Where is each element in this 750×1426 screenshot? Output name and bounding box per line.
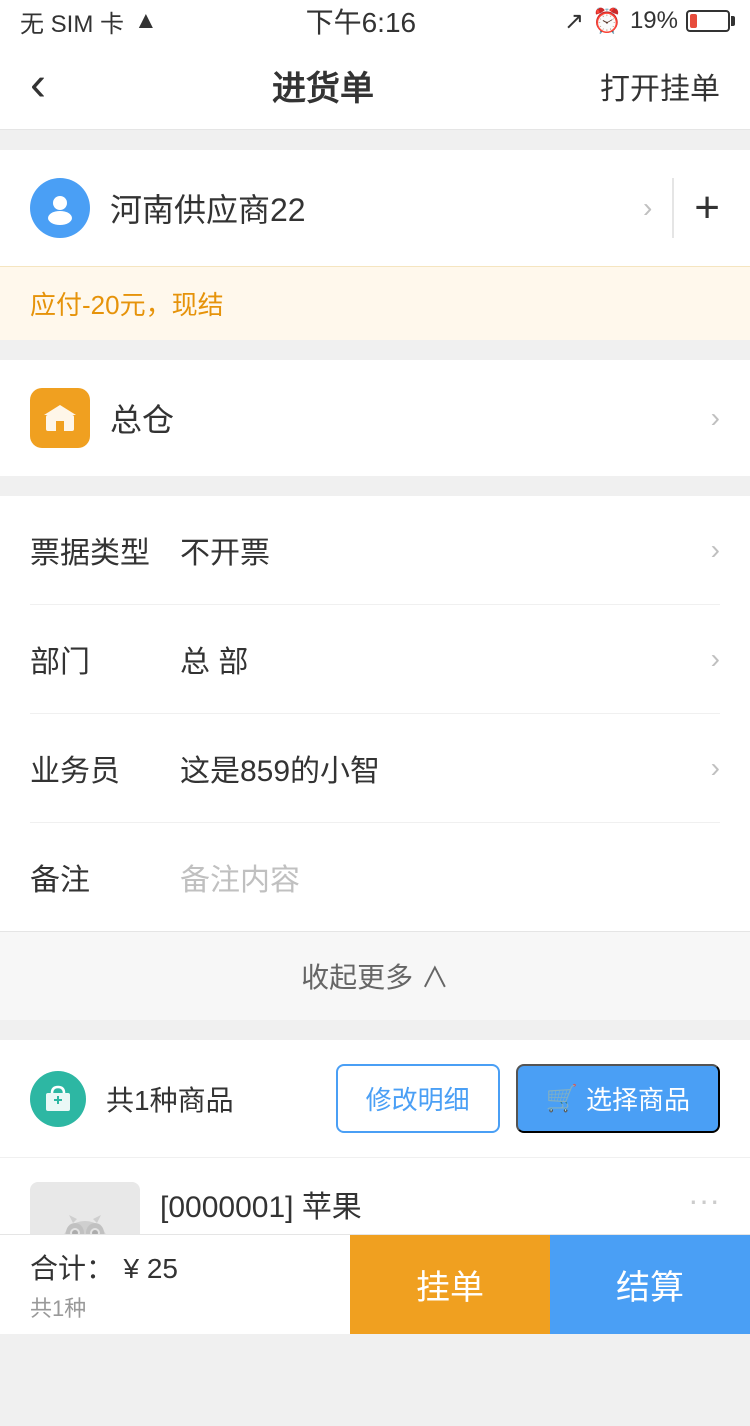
- section-gap-3: [0, 476, 750, 496]
- hang-button[interactable]: 挂单: [350, 1235, 550, 1334]
- supplier-avatar: [30, 178, 90, 238]
- alarm-icon: ⏰: [592, 7, 622, 36]
- collapse-button[interactable]: 收起更多 ∧: [0, 931, 750, 1020]
- location-icon: ↗: [564, 7, 584, 36]
- vertical-divider: [672, 178, 674, 238]
- products-count: 共1种商品: [106, 1079, 336, 1119]
- products-header: 共1种商品 修改明细 🛒 选择商品: [0, 1040, 750, 1157]
- department-chevron-icon: ›: [711, 643, 720, 675]
- add-supplier-button[interactable]: +: [694, 183, 720, 233]
- warning-banner: 应付-20元，现结: [0, 266, 750, 340]
- salesman-value: 这是859的小智: [160, 746, 711, 790]
- product-title: 苹果: [302, 1191, 362, 1224]
- warehouse-section: 总仓 ›: [0, 360, 750, 476]
- remark-label: 备注: [30, 855, 160, 899]
- remark-row[interactable]: 备注 备注内容: [30, 822, 720, 931]
- bottom-bar: 合计： ¥ 25 共1种 挂单 结算: [0, 1234, 750, 1334]
- form-section: 票据类型 不开票 › 部门 总 部 › 业务员 这是859的小智 › 备注 备注…: [0, 496, 750, 931]
- battery-percent: 19%: [630, 7, 678, 35]
- carrier-label: 无 SIM 卡: [20, 4, 124, 39]
- wifi-icon: ▲: [134, 7, 158, 35]
- status-left: 无 SIM 卡 ▲: [20, 4, 158, 39]
- invoice-chevron-icon: ›: [711, 534, 720, 566]
- supplier-chevron-icon: ›: [643, 192, 652, 224]
- total-value: ¥ 25: [123, 1253, 178, 1284]
- total-label: 合计：: [30, 1253, 114, 1284]
- select-product-label: 选择商品: [586, 1080, 690, 1117]
- status-bar: 无 SIM 卡 ▲ 下午6:16 ↗ ⏰ 19%: [0, 0, 750, 42]
- product-code: [0000001]: [160, 1191, 293, 1224]
- back-button[interactable]: [30, 61, 46, 110]
- invoice-label: 票据类型: [30, 528, 160, 572]
- select-product-button[interactable]: 🛒 选择商品: [516, 1064, 720, 1133]
- cart-icon: 🛒: [546, 1083, 578, 1114]
- salesman-row[interactable]: 业务员 这是859的小智 ›: [30, 713, 720, 822]
- page-title: 进货单: [272, 61, 374, 110]
- supplier-name: 河南供应商22: [110, 185, 643, 231]
- battery-icon: [686, 10, 730, 32]
- total-amount: 合计： ¥ 25: [30, 1247, 320, 1287]
- settle-button[interactable]: 结算: [550, 1235, 750, 1334]
- department-label: 部门: [30, 637, 160, 681]
- open-hang-button[interactable]: 打开挂单: [600, 64, 720, 108]
- salesman-label: 业务员: [30, 746, 160, 790]
- warehouse-chevron-icon: ›: [711, 402, 720, 434]
- total-section: 合计： ¥ 25 共1种: [0, 1235, 350, 1334]
- supplier-row[interactable]: 河南供应商22 › +: [30, 150, 720, 266]
- supplier-section: 河南供应商22 › +: [0, 150, 750, 266]
- invoice-row[interactable]: 票据类型 不开票 ›: [30, 496, 720, 604]
- department-row[interactable]: 部门 总 部 ›: [30, 604, 720, 713]
- warehouse-name: 总仓: [110, 395, 711, 441]
- edit-detail-button[interactable]: 修改明细: [336, 1064, 500, 1133]
- invoice-value: 不开票: [160, 528, 711, 572]
- department-value: 总 部: [160, 637, 711, 681]
- section-gap-4: [0, 1020, 750, 1040]
- warehouse-row[interactable]: 总仓 ›: [30, 360, 720, 476]
- product-name: [0000001] 苹果: [160, 1182, 668, 1226]
- nav-bar: 进货单 打开挂单: [0, 42, 750, 130]
- section-gap-2: [0, 340, 750, 360]
- total-count: 共1种: [30, 1291, 320, 1323]
- product-more-button[interactable]: ···: [688, 1182, 720, 1219]
- remark-input[interactable]: 备注内容: [160, 855, 720, 899]
- status-right: ↗ ⏰ 19%: [564, 7, 730, 36]
- salesman-chevron-icon: ›: [711, 752, 720, 784]
- status-time: 下午6:16: [306, 1, 417, 41]
- products-icon: [30, 1071, 86, 1127]
- section-gap-1: [0, 130, 750, 150]
- warehouse-icon: [30, 388, 90, 448]
